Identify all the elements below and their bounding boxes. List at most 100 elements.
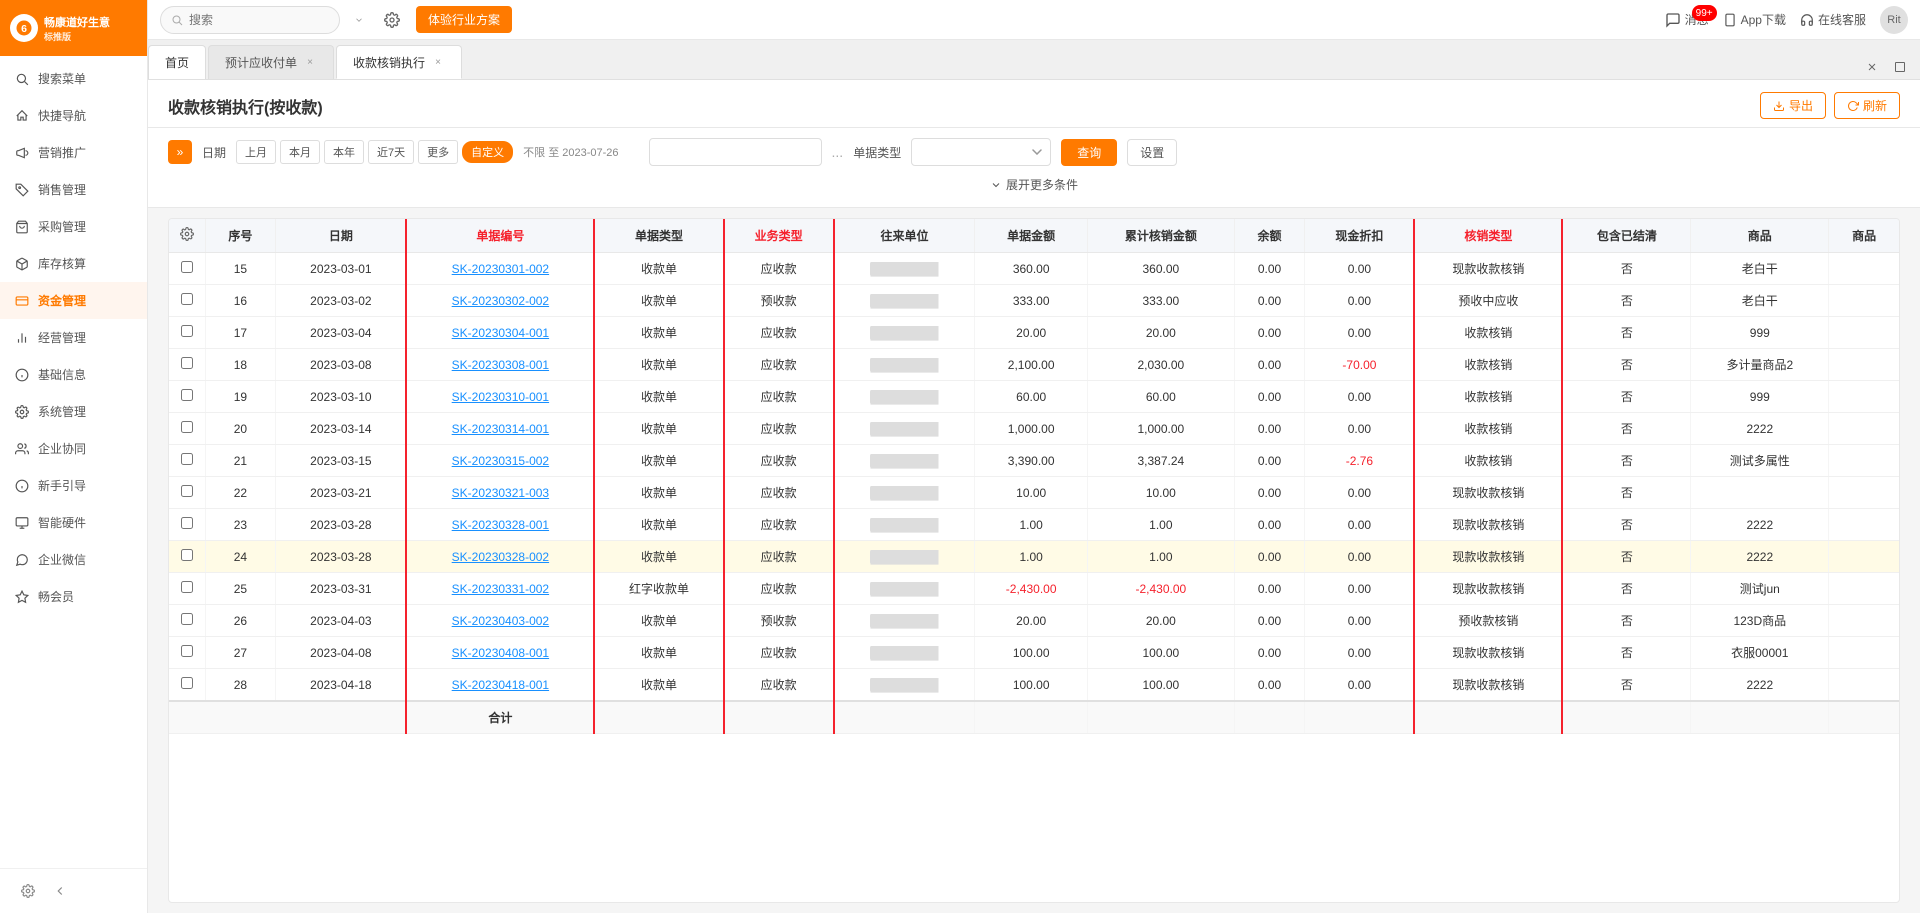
sidebar-item-system[interactable]: 系统管理 bbox=[0, 393, 147, 430]
cell-checkbox[interactable] bbox=[169, 349, 205, 381]
cell-doctype: 收款单 bbox=[594, 605, 723, 637]
cell-checkbox[interactable] bbox=[169, 253, 205, 285]
filter-this-year-btn[interactable]: 本年 bbox=[324, 140, 364, 164]
sidebar-item-sales[interactable]: 销售管理 bbox=[0, 171, 147, 208]
sidebar-item-finance[interactable]: 资金管理 bbox=[0, 282, 147, 319]
filter-this-month-btn[interactable]: 本月 bbox=[280, 140, 320, 164]
table-row[interactable]: 16 2023-03-02 SK-20230302-002 收款单 预收款 ██… bbox=[169, 285, 1899, 317]
online-support-action[interactable]: 在线客服 bbox=[1800, 11, 1866, 28]
cell-goods1: 2222 bbox=[1691, 669, 1829, 702]
cell-checkbox[interactable] bbox=[169, 285, 205, 317]
doc-no-link[interactable]: SK-20230302-002 bbox=[452, 294, 549, 308]
sidebar-item-guide[interactable]: 新手引导 bbox=[0, 467, 147, 504]
topbar-gear-icon[interactable] bbox=[378, 6, 406, 34]
app-download-action[interactable]: App下载 bbox=[1723, 11, 1786, 28]
col-docamt-header: 单据金额 bbox=[975, 219, 1088, 253]
cell-docamt: 20.00 bbox=[975, 605, 1088, 637]
filter-7days-btn[interactable]: 近7天 bbox=[368, 140, 414, 164]
table-row[interactable]: 26 2023-04-03 SK-20230403-002 收款单 预收款 ██… bbox=[169, 605, 1899, 637]
table-row[interactable]: 24 2023-03-28 SK-20230328-002 收款单 应收款 ██… bbox=[169, 541, 1899, 573]
cell-checkbox[interactable] bbox=[169, 509, 205, 541]
table-row[interactable]: 18 2023-03-08 SK-20230308-001 收款单 应收款 ██… bbox=[169, 349, 1899, 381]
cell-goods2 bbox=[1829, 381, 1899, 413]
cell-checkbox[interactable] bbox=[169, 541, 205, 573]
doc-no-link[interactable]: SK-20230418-001 bbox=[452, 678, 549, 692]
cell-goods2 bbox=[1829, 253, 1899, 285]
sidebar-item-basic[interactable]: 基础信息 bbox=[0, 356, 147, 393]
cell-checkbox[interactable] bbox=[169, 413, 205, 445]
table-row[interactable]: 25 2023-03-31 SK-20230331-002 红字收款单 应收款 … bbox=[169, 573, 1899, 605]
sidebar-item-purchase[interactable]: 采购管理 bbox=[0, 208, 147, 245]
cell-checkbox[interactable] bbox=[169, 317, 205, 349]
search-input[interactable] bbox=[189, 13, 319, 27]
cell-checkbox[interactable] bbox=[169, 573, 205, 605]
sidebar-item-inventory[interactable]: 库存核算 bbox=[0, 245, 147, 282]
sidebar-collapse-btn[interactable] bbox=[46, 877, 74, 905]
col-settings-header[interactable] bbox=[169, 219, 205, 253]
cell-goods2 bbox=[1829, 285, 1899, 317]
table-row[interactable]: 23 2023-03-28 SK-20230328-001 收款单 应收款 ██… bbox=[169, 509, 1899, 541]
cell-doctype: 收款单 bbox=[594, 669, 723, 702]
filter-toggle-btn[interactable]: » bbox=[168, 140, 192, 164]
cell-checkbox[interactable] bbox=[169, 605, 205, 637]
cell-checkbox[interactable] bbox=[169, 637, 205, 669]
doc-no-link[interactable]: SK-20230321-003 bbox=[452, 486, 549, 500]
filter-doc-type-select[interactable] bbox=[911, 138, 1051, 166]
message-action[interactable]: 消息 99+ bbox=[1665, 11, 1709, 28]
doc-no-link[interactable]: SK-20230304-001 bbox=[452, 326, 549, 340]
search-dropdown-icon[interactable] bbox=[350, 11, 368, 29]
tabs-close-btn[interactable] bbox=[1860, 55, 1884, 79]
table-row[interactable]: 15 2023-03-01 SK-20230301-002 收款单 应收款 ██… bbox=[169, 253, 1899, 285]
sidebar-item-shortcuts[interactable]: 快捷导航 bbox=[0, 97, 147, 134]
cell-checkbox[interactable] bbox=[169, 477, 205, 509]
filter-partner-input[interactable] bbox=[649, 138, 822, 166]
table-row[interactable]: 27 2023-04-08 SK-20230408-001 收款单 应收款 ██… bbox=[169, 637, 1899, 669]
tabs-maximize-btn[interactable] bbox=[1888, 55, 1912, 79]
doc-no-link[interactable]: SK-20230301-002 bbox=[452, 262, 549, 276]
sidebar-item-wechat[interactable]: 企业微信 bbox=[0, 541, 147, 578]
doc-no-link[interactable]: SK-20230315-002 bbox=[452, 454, 549, 468]
sidebar-item-marketing[interactable]: 营销推广 bbox=[0, 134, 147, 171]
sidebar-item-operations[interactable]: 经营管理 bbox=[0, 319, 147, 356]
doc-no-link[interactable]: SK-20230328-001 bbox=[452, 518, 549, 532]
doc-no-link[interactable]: SK-20230328-002 bbox=[452, 550, 549, 564]
tab-receivable[interactable]: 预计应收付单 × bbox=[208, 45, 334, 79]
cell-checkbox[interactable] bbox=[169, 445, 205, 477]
cell-checkbox[interactable] bbox=[169, 669, 205, 702]
doc-no-link[interactable]: SK-20230331-002 bbox=[452, 582, 549, 596]
tab-collection-close[interactable]: × bbox=[431, 55, 445, 69]
filter-last-month-btn[interactable]: 上月 bbox=[236, 140, 276, 164]
filter-custom-btn[interactable]: 自定义 bbox=[462, 141, 513, 163]
doc-no-link[interactable]: SK-20230310-001 bbox=[452, 390, 549, 404]
table-row[interactable]: 19 2023-03-10 SK-20230310-001 收款单 应收款 ██… bbox=[169, 381, 1899, 413]
filter-settings-btn[interactable]: 设置 bbox=[1127, 139, 1177, 166]
doc-no-link[interactable]: SK-20230403-002 bbox=[452, 614, 549, 628]
table-row[interactable]: 21 2023-03-15 SK-20230315-002 收款单 应收款 ██… bbox=[169, 445, 1899, 477]
user-avatar[interactable]: Rit bbox=[1880, 6, 1908, 34]
table-row[interactable]: 22 2023-03-21 SK-20230321-003 收款单 应收款 ██… bbox=[169, 477, 1899, 509]
table-row[interactable]: 28 2023-04-18 SK-20230418-001 收款单 应收款 ██… bbox=[169, 669, 1899, 702]
sidebar-item-member[interactable]: 畅会员 bbox=[0, 578, 147, 615]
page-content: 收款核销执行(按收款) 导出 刷新 » 日期 上月 bbox=[148, 80, 1920, 913]
doc-no-link[interactable]: SK-20230408-001 bbox=[452, 646, 549, 660]
sidebar-item-search[interactable]: 搜索菜单 bbox=[0, 60, 147, 97]
export-button[interactable]: 导出 bbox=[1760, 92, 1826, 119]
table-row[interactable]: 17 2023-03-04 SK-20230304-001 收款单 应收款 ██… bbox=[169, 317, 1899, 349]
cell-date: 2023-03-15 bbox=[276, 445, 407, 477]
table-row[interactable]: 20 2023-03-14 SK-20230314-001 收款单 应收款 ██… bbox=[169, 413, 1899, 445]
cell-checkbox[interactable] bbox=[169, 381, 205, 413]
doc-no-link[interactable]: SK-20230308-001 bbox=[452, 358, 549, 372]
sidebar-item-hardware[interactable]: 智能硬件 bbox=[0, 504, 147, 541]
sidebar-settings-btn[interactable] bbox=[14, 877, 42, 905]
filter-query-btn[interactable]: 查询 bbox=[1061, 139, 1117, 166]
filter-more-btn[interactable]: 更多 bbox=[418, 140, 458, 164]
tab-receivable-close[interactable]: × bbox=[303, 56, 317, 70]
cell-cumulative: 20.00 bbox=[1088, 605, 1234, 637]
filter-expand-btn[interactable]: 展开更多条件 bbox=[168, 172, 1900, 197]
tab-collection[interactable]: 收款核销执行 × bbox=[336, 45, 462, 79]
sidebar-item-enterprise[interactable]: 企业协同 bbox=[0, 430, 147, 467]
refresh-button[interactable]: 刷新 bbox=[1834, 92, 1900, 119]
tab-home[interactable]: 首页 bbox=[148, 45, 206, 79]
doc-no-link[interactable]: SK-20230314-001 bbox=[452, 422, 549, 436]
solution-button[interactable]: 体验行业方案 bbox=[416, 6, 512, 33]
